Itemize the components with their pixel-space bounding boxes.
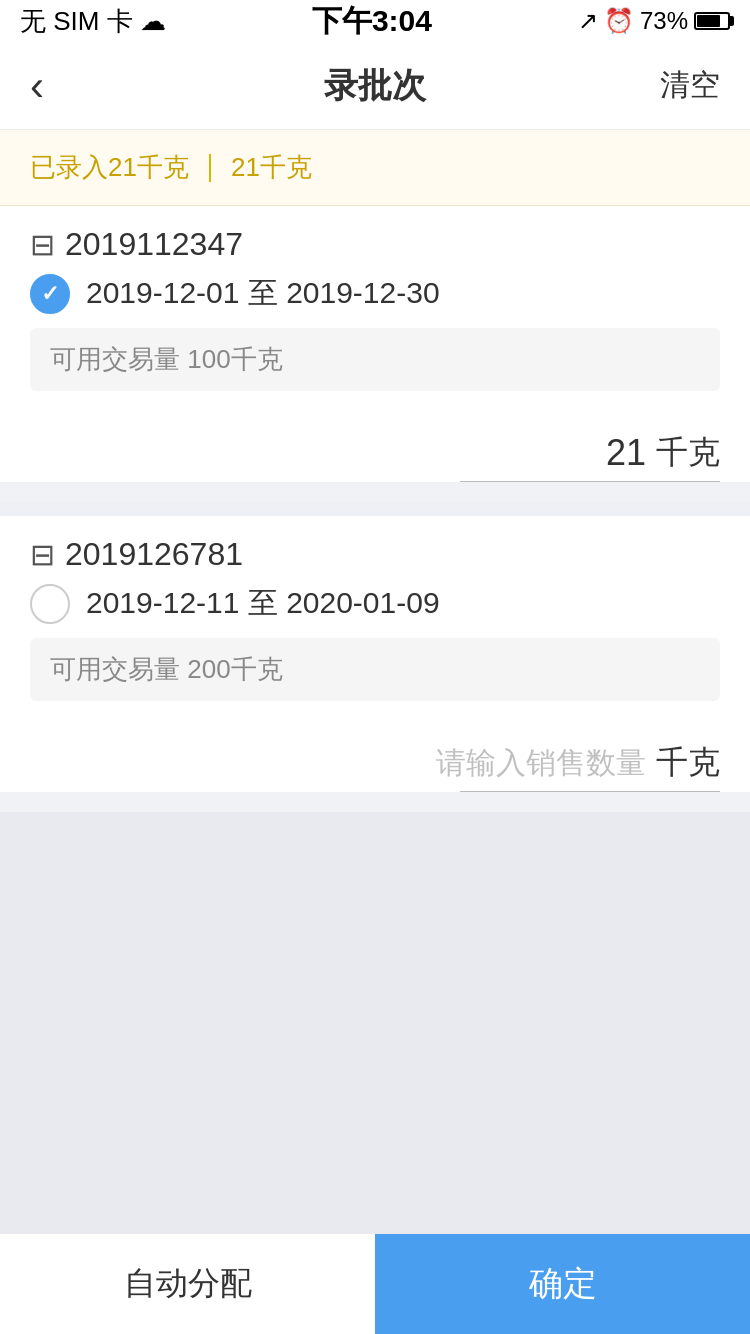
batch-2-input-placeholder: 请输入销售数量 [436, 743, 646, 784]
batch-2-icon: ⊟ [30, 537, 55, 572]
batch-1-underline [460, 481, 720, 482]
batch-1-radio[interactable] [30, 274, 70, 314]
summary-value: 21千克 [231, 150, 312, 185]
batch-1-quantity: 21 [606, 432, 646, 474]
batch-1-header: ⊟ 2019112347 [30, 226, 720, 263]
nav-bar: ‹ 录批次 清空 [0, 42, 750, 130]
batch-2-content: ⊟ 2019126781 2019-12-11 至 2020-01-09 可用交… [0, 516, 750, 792]
batch-1-qty-inner: 21 千克 [0, 411, 750, 481]
status-time: 下午3:04 [312, 1, 432, 42]
batch-2-avail: 可用交易量 200千克 [30, 638, 720, 701]
batch-1-icon: ⊟ [30, 227, 55, 262]
batch-item-1: ⊟ 2019112347 2019-12-01 至 2019-12-30 可用交… [0, 206, 750, 391]
gray-area [0, 812, 750, 1272]
batch-1-date: 2019-12-01 至 2019-12-30 [86, 273, 440, 314]
batch-2-id: 2019126781 [65, 536, 243, 573]
section-divider [0, 502, 750, 516]
sim-status: 无 SIM 卡 ☁ [20, 4, 166, 39]
summary-label: 已录入21千克 [30, 150, 189, 185]
batch-2-header: ⊟ 2019126781 [30, 536, 720, 573]
back-button[interactable]: ‹ [30, 62, 90, 110]
alarm-icon: ⏰ [604, 7, 634, 35]
batch-2-unit: 千克 [656, 741, 720, 785]
summary-divider [209, 154, 211, 182]
confirm-button[interactable]: 确定 [375, 1234, 750, 1334]
batch-list: ⊟ 2019112347 2019-12-01 至 2019-12-30 可用交… [0, 206, 750, 482]
batch-1-id: 2019112347 [65, 226, 243, 263]
batch-1-avail: 可用交易量 100千克 [30, 328, 720, 391]
battery-icon [694, 12, 730, 30]
batch-1-date-row: 2019-12-01 至 2019-12-30 [30, 273, 720, 314]
battery-level: 73% [640, 7, 688, 35]
auto-distribute-button[interactable]: 自动分配 [0, 1234, 375, 1334]
summary-bar: 已录入21千克 21千克 [0, 130, 750, 206]
status-left: 无 SIM 卡 ☁ [20, 4, 166, 39]
status-right: ↗ ⏰ 73% [578, 7, 730, 35]
location-icon: ↗ [578, 7, 598, 35]
batch-2-radio[interactable] [30, 584, 70, 624]
batch-1-avail-text: 可用交易量 100千克 [50, 344, 283, 374]
batch-2-date: 2019-12-11 至 2020-01-09 [86, 583, 440, 624]
page-title: 录批次 [324, 63, 426, 109]
batch-2-quantity-wrapper: 请输入销售数量 千克 [0, 721, 750, 792]
batch-2-date-row: 2019-12-11 至 2020-01-09 [30, 583, 720, 624]
batch-1-unit: 千克 [656, 431, 720, 475]
batch-item-2: ⊟ 2019126781 2019-12-11 至 2020-01-09 可用交… [0, 516, 750, 701]
batch-2-qty-inner: 请输入销售数量 千克 [0, 721, 750, 791]
batch-1-quantity-wrapper: 21 千克 [0, 411, 750, 482]
batch-2-underline [460, 791, 720, 792]
clear-button[interactable]: 清空 [660, 65, 720, 106]
status-bar: 无 SIM 卡 ☁ 下午3:04 ↗ ⏰ 73% [0, 0, 750, 42]
bottom-bar: 自动分配 确定 [0, 1234, 750, 1334]
batch-2-avail-text: 可用交易量 200千克 [50, 654, 283, 684]
